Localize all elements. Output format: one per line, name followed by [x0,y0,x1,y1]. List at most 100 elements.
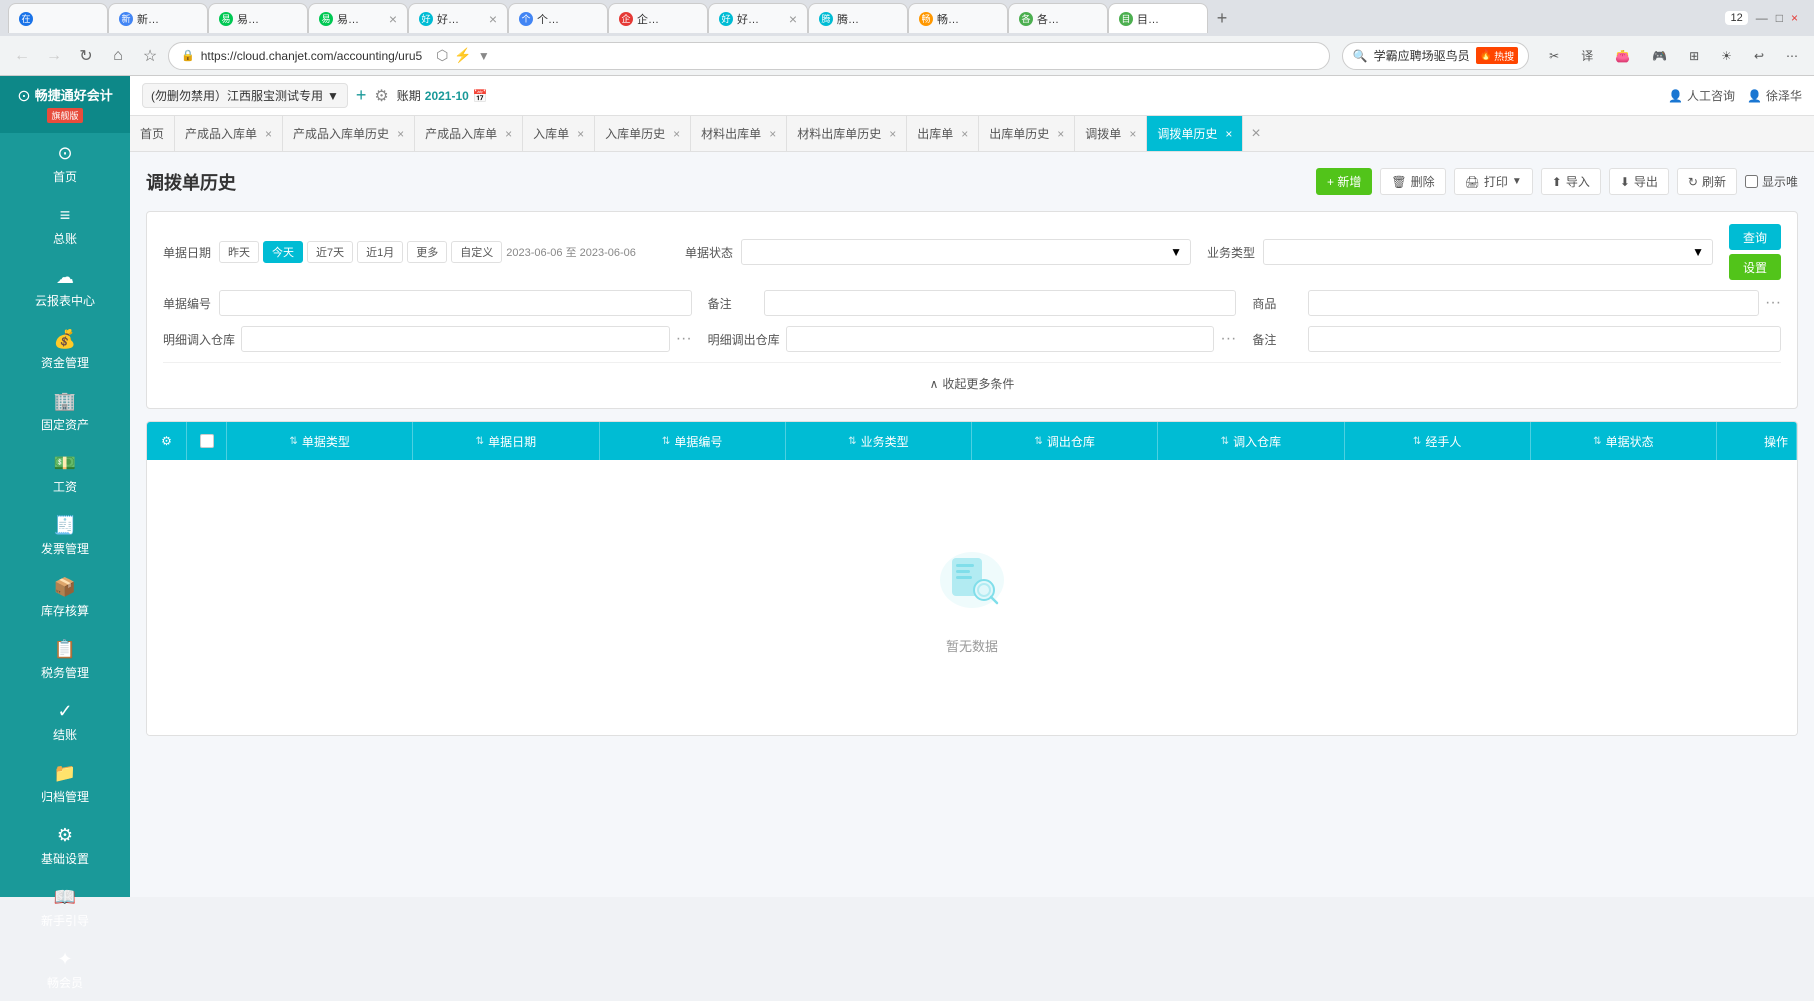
back-button[interactable]: ← [8,42,36,70]
company-selector[interactable]: (勿删勿禁用）江西服宝测试专用 ▼ [142,83,348,108]
close-chanpin-tab[interactable]: × [265,127,272,141]
biztype-select[interactable]: ▼ [1263,239,1713,265]
browser-tab-chang[interactable]: 畅 畅… [908,3,1008,33]
detail-out-input[interactable] [786,326,1215,352]
new-tab-button[interactable]: + [1208,4,1236,32]
app-tab-diaobod-hist[interactable]: 调拨单历史 × [1147,116,1243,152]
window-close[interactable]: × [1791,11,1798,25]
print-button[interactable]: 🖨 打印 ▼ [1454,168,1533,195]
close-chuku-hist-tab[interactable]: × [1057,127,1064,141]
date-7days-btn[interactable]: 近7天 [307,241,353,263]
detail-in-dots-btn[interactable]: ··· [676,330,692,348]
status-select[interactable]: ▼ [741,239,1191,265]
sidebar-item-member[interactable]: ✦ 畅会员 [0,939,130,1001]
th-doc-date[interactable]: ⇅ 单据日期 [413,422,599,460]
th-handler[interactable]: ⇅ 经手人 [1345,422,1531,460]
close-ruku-tab[interactable]: × [577,127,584,141]
address-bar[interactable]: 🔒 https://cloud.chanjet.com/accounting/u… [168,42,1330,70]
sidebar-item-guide[interactable]: 📖 新手引导 [0,877,130,939]
close-ruku-hist-tab[interactable]: × [673,127,680,141]
close-chuku-tab[interactable]: × [961,127,968,141]
app-tab-diaobod[interactable]: 调拨单 × [1075,116,1147,152]
browser-tab-new[interactable]: 新 新… [108,3,208,33]
date-more-btn[interactable]: 更多 [407,241,447,263]
bookmark-button[interactable]: ☆ [136,42,164,70]
refresh-button[interactable]: ↻ [72,42,100,70]
customer-service-button[interactable]: 👤 人工咨询 [1668,87,1735,104]
sidebar-item-stock[interactable]: 📦 库存核算 [0,567,130,629]
sidebar-item-archive[interactable]: 📁 归档管理 [0,753,130,815]
wallet-button[interactable]: 👛 [1607,47,1638,65]
app-tab-chuku-hist[interactable]: 出库单历史 × [979,116,1075,152]
sidebar-item-settings[interactable]: ⚙ 基础设置 [0,815,130,877]
sidebar-item-fund[interactable]: 💰 资金管理 [0,319,130,381]
browser-tab-qi[interactable]: 企 企… [608,3,708,33]
app-tab-home[interactable]: 首页 [130,116,175,152]
sidebar-item-asset[interactable]: 🏢 固定资产 [0,381,130,443]
sidebar-item-invoice[interactable]: 🧾 发票管理 [0,505,130,567]
browser-tab-yi2[interactable]: 易 易… × [308,3,408,33]
translate-button[interactable]: 译 [1573,45,1601,66]
th-doc-type[interactable]: ⇅ 单据类型 [227,422,413,460]
browser-tab-ge[interactable]: 个 个… [508,3,608,33]
display-checkbox[interactable] [1745,175,1758,188]
refresh-button[interactable]: ↻ 刷新 [1677,168,1737,195]
close-diaobod-tab[interactable]: × [1129,127,1136,141]
delete-button[interactable]: 🗑 删除 [1380,168,1445,195]
th-check[interactable] [187,422,227,460]
sidebar-item-wage[interactable]: 💵 工资 [0,443,130,505]
detail-out-dots-btn[interactable]: ··· [1220,330,1236,348]
search-area[interactable]: 🔍 学霸应聘场驱鸟员 🔥 热搜 [1342,42,1529,70]
th-gear[interactable]: ⚙ [147,422,187,460]
dropdown-icon[interactable]: ▼ [478,49,490,63]
close-diaobod-hist-tab[interactable]: × [1225,127,1232,141]
window-maximize[interactable]: □ [1776,11,1783,25]
game-button[interactable]: 🎮 [1644,47,1675,65]
close-chanpin2-tab[interactable]: × [505,127,512,141]
tab-bar-close[interactable]: × [1243,125,1268,143]
more-button[interactable]: ⋯ [1778,47,1806,65]
th-in-warehouse[interactable]: ⇅ 调入仓库 [1158,422,1344,460]
window-minimize[interactable]: — [1756,11,1768,25]
export-button[interactable]: ⬇ 导出 [1609,168,1669,195]
query-button[interactable]: 查询 [1729,224,1781,250]
close-cailiao-hist-tab[interactable]: × [889,127,896,141]
add-company-button[interactable]: + [356,85,367,106]
goods-dots-btn[interactable]: ··· [1765,294,1781,312]
tab-count[interactable]: 12 [1725,11,1747,25]
select-all-checkbox[interactable] [200,434,214,448]
note2-input[interactable] [1308,326,1781,352]
th-biz-type[interactable]: ⇅ 业务类型 [786,422,972,460]
settings-gear-button[interactable]: ⚙ [374,86,388,106]
night-button[interactable]: ☀ [1713,47,1740,65]
collapse-btn[interactable]: ∧ 收起更多条件 [918,371,1027,396]
forward-button[interactable]: → [40,42,68,70]
browser-tab-hao[interactable]: 好 好… × [408,3,508,33]
tab-close-yi2[interactable]: × [389,11,397,27]
browser-tab-hao2[interactable]: 好 好… × [708,3,808,33]
grid-button[interactable]: ⊞ [1681,47,1707,65]
app-tab-ruku-hist[interactable]: 入库单历史 × [595,116,691,152]
new-button[interactable]: + 新增 [1316,168,1372,195]
date-custom-btn[interactable]: 自定义 [451,241,502,263]
import-button[interactable]: ⬆ 导入 [1541,168,1601,195]
app-tab-chanpin2[interactable]: 产成品入库单 × [415,116,523,152]
detail-in-input[interactable] [241,326,670,352]
th-doc-num[interactable]: ⇅ 单据编号 [600,422,786,460]
th-status[interactable]: ⇅ 单据状态 [1531,422,1717,460]
user-profile-button[interactable]: 👤 徐泽华 [1747,87,1802,104]
cut-button[interactable]: ✂ [1541,47,1567,65]
period-selector[interactable]: 账期 2021-10 📅 [397,87,488,104]
app-tab-cailiao[interactable]: 材料出库单 × [691,116,787,152]
date-today-btn[interactable]: 今天 [263,241,303,263]
date-month-btn[interactable]: 近1月 [357,241,403,263]
app-tab-ruku[interactable]: 入库单 × [523,116,595,152]
app-tab-chanpin-hist[interactable]: 产成品入库单历史 × [283,116,415,152]
date-yesterday-btn[interactable]: 昨天 [219,241,259,263]
home-button[interactable]: ⌂ [104,42,132,70]
sidebar-item-report[interactable]: ☁ 云报表中心 [0,257,130,319]
app-tab-cailiao-hist[interactable]: 材料出库单历史 × [787,116,907,152]
close-chanpin-hist-tab[interactable]: × [397,127,404,141]
tab-close-hao[interactable]: × [489,11,497,27]
sidebar-item-tax[interactable]: 📋 税务管理 [0,629,130,691]
